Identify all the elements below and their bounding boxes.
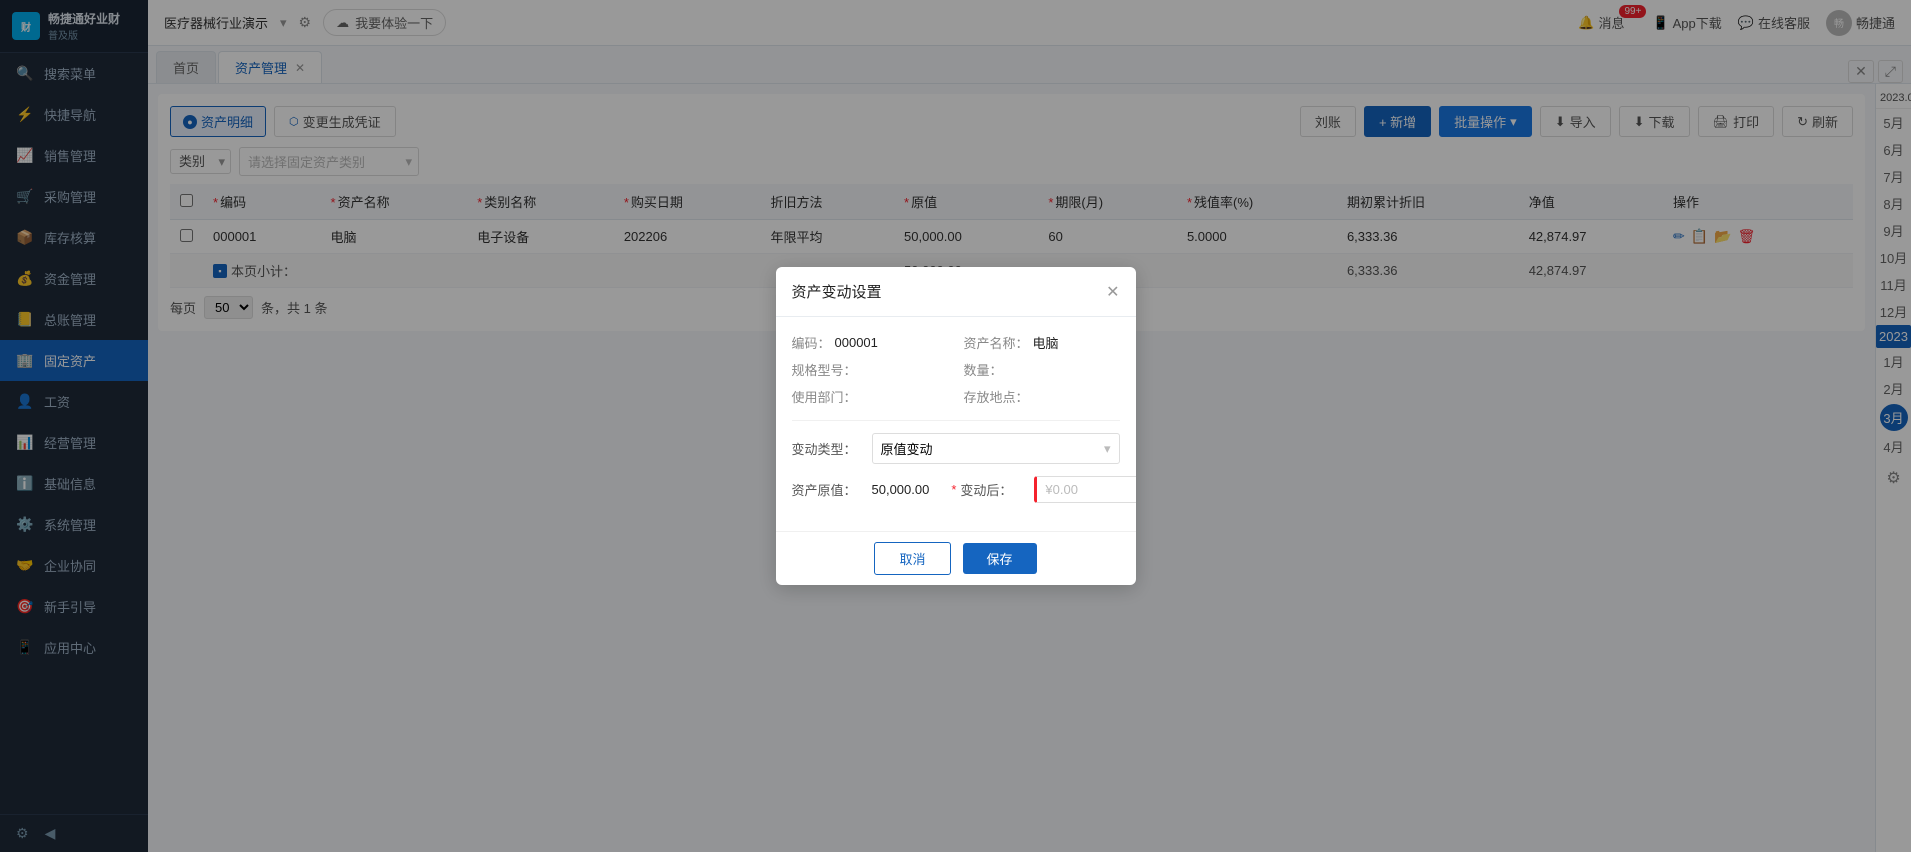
modal-overlay: 资产变动设置 ✕ 编码： 000001 资产名称： 电脑 规格型号： 数量： — [0, 0, 1911, 852]
quantity-label: 数量： — [964, 360, 1003, 379]
change-type-value: 原值变动 — [881, 439, 933, 458]
modal-field-dept: 使用部门： — [792, 387, 948, 406]
required-star: * — [951, 482, 956, 497]
modal-field-location: 存放地点： — [964, 387, 1120, 406]
modal-title: 资产变动设置 — [792, 281, 882, 302]
code-value: 000001 — [835, 335, 878, 350]
modal-info-grid: 编码： 000001 资产名称： 电脑 规格型号： 数量： 使用部门： — [792, 333, 1120, 406]
original-value-row: 资产原值： 50,000.00 * 变动后： — [792, 476, 1120, 503]
code-label: 编码： — [792, 333, 831, 352]
after-value-label: 变动后： — [960, 480, 1030, 499]
modal-field-asset-name: 资产名称： 电脑 — [964, 333, 1120, 352]
save-button[interactable]: 保存 — [963, 543, 1037, 574]
asset-change-modal: 资产变动设置 ✕ 编码： 000001 资产名称： 电脑 规格型号： 数量： — [776, 267, 1136, 585]
change-type-row: 变动类型： 原值变动 ▾ — [792, 433, 1120, 464]
change-type-select[interactable]: 原值变动 ▾ — [872, 433, 1120, 464]
modal-footer: 取消 保存 — [776, 531, 1136, 585]
after-value-section: * 变动后： — [951, 476, 1135, 503]
modal-header: 资产变动设置 ✕ — [776, 267, 1136, 317]
spec-label: 规格型号： — [792, 360, 857, 379]
modal-field-spec: 规格型号： — [792, 360, 948, 379]
cancel-button[interactable]: 取消 — [874, 542, 950, 575]
dept-label: 使用部门： — [792, 387, 857, 406]
original-value-label: 资产原值： — [792, 480, 862, 499]
after-value-input[interactable] — [1034, 476, 1135, 503]
modal-close-button[interactable]: ✕ — [1106, 282, 1119, 302]
original-value-display: 50,000.00 — [872, 482, 930, 497]
modal-divider — [792, 420, 1120, 421]
change-type-caret-icon: ▾ — [1104, 441, 1111, 457]
modal-field-code: 编码： 000001 — [792, 333, 948, 352]
change-type-label: 变动类型： — [792, 439, 862, 458]
asset-name-value: 电脑 — [1033, 333, 1059, 352]
asset-name-label: 资产名称： — [964, 333, 1029, 352]
modal-field-quantity: 数量： — [964, 360, 1120, 379]
modal-body: 编码： 000001 资产名称： 电脑 规格型号： 数量： 使用部门： — [776, 317, 1136, 531]
location-label: 存放地点： — [964, 387, 1029, 406]
